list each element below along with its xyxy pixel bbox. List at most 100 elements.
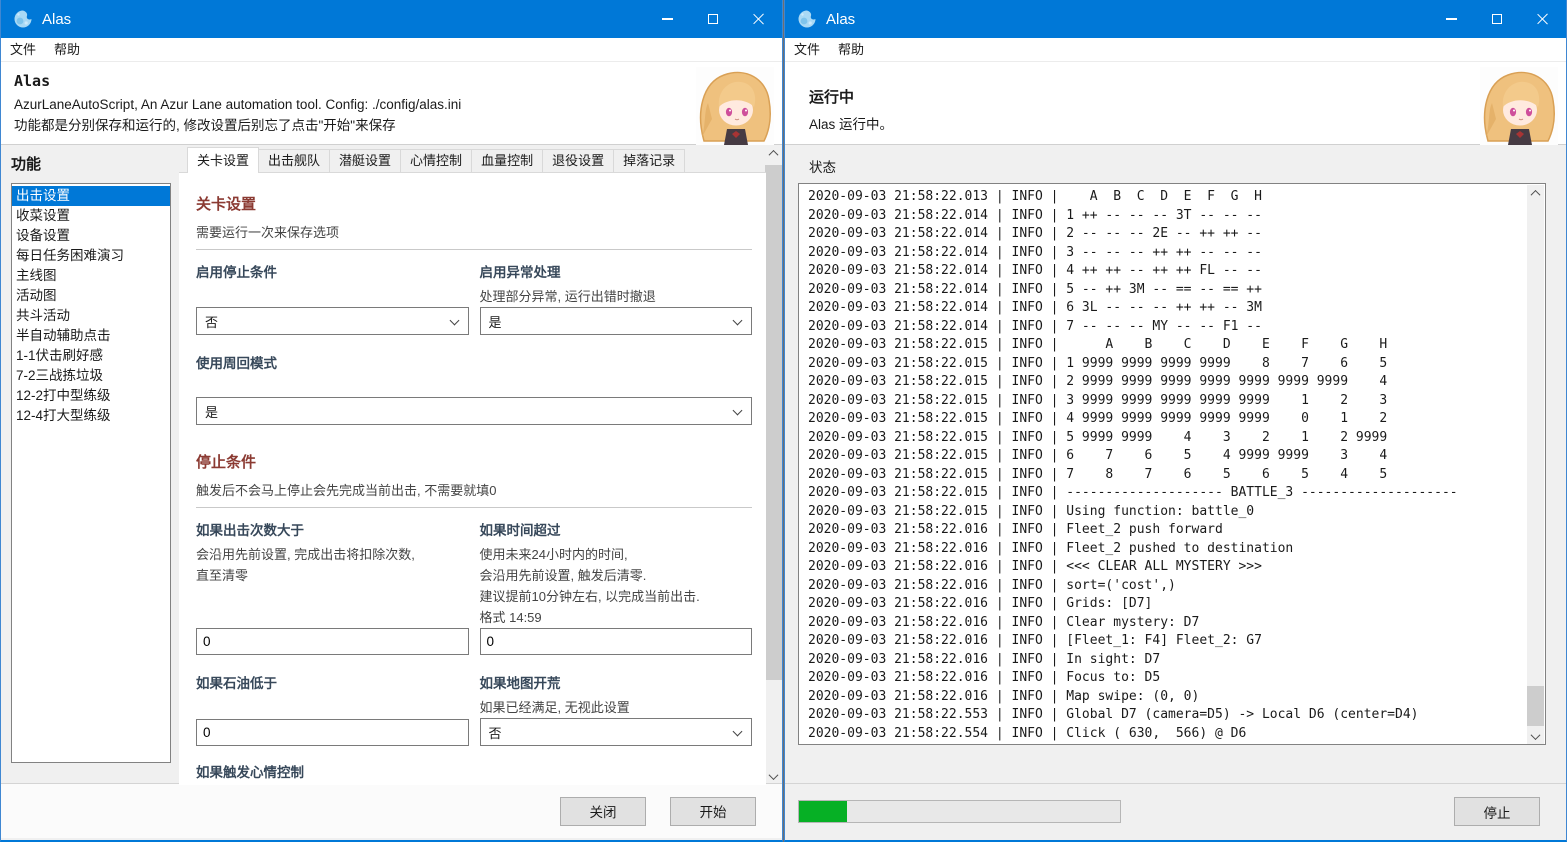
if-time-input[interactable] <box>479 628 752 655</box>
function-list-item[interactable]: 12-4打大型练级 <box>12 406 170 426</box>
footer-bar: 停止 <box>785 783 1566 838</box>
function-list-item[interactable]: 共斗活动 <box>12 306 170 326</box>
select-value: 否 <box>205 314 219 330</box>
field-if-count: 如果出击次数大于 会沿用先前设置, 完成出击将扣除次数, 直至清零 <box>196 522 469 655</box>
section-title-stop: 停止条件 <box>196 454 257 471</box>
close-icon <box>1536 12 1550 26</box>
log-line: 2020-09-03 21:58:22.015 | INFO | 4 9999 … <box>808 411 1388 426</box>
function-list-item[interactable]: 收菜设置 <box>12 206 170 226</box>
log-line: 2020-09-03 21:58:22.015 | INFO | 1 9999 … <box>808 355 1388 371</box>
if-oil-input[interactable] <box>196 719 469 746</box>
header-line2: 功能都是分别保存和运行的, 修改设置后别忘了点击"开始"来保存 <box>14 118 396 133</box>
scrollbar-thumb[interactable] <box>765 165 782 680</box>
field-if-map-clear: 如果地图开荒 如果已经满足, 无视此设置 否 <box>479 675 752 746</box>
field-label: 启用停止条件 <box>196 265 277 280</box>
tab[interactable]: 出击舰队 <box>258 149 331 173</box>
scroll-down-button[interactable] <box>1527 728 1544 744</box>
stop-button[interactable]: 停止 <box>1454 797 1540 826</box>
maximize-button[interactable] <box>1474 0 1520 38</box>
log-line: 2020-09-03 21:58:22.014 | INFO | 1 ++ --… <box>808 207 1262 223</box>
log-line: 2020-09-03 21:58:22.015 | INFO | Using f… <box>808 503 1255 519</box>
menu-item[interactable]: 文件 <box>785 38 829 62</box>
function-list-item[interactable]: 半自动辅助点击 <box>12 326 170 346</box>
select-value: 否 <box>488 725 502 741</box>
log-line: 2020-09-03 21:58:22.014 | INFO | 2 -- --… <box>808 226 1262 241</box>
log-line: 2020-09-03 21:58:22.016 | INFO | sort=('… <box>808 577 1176 593</box>
tab[interactable]: 掉落记录 <box>613 149 686 173</box>
tab[interactable]: 关卡设置 <box>187 147 260 173</box>
minimize-button[interactable] <box>644 0 690 38</box>
loop-mode-select[interactable]: 是 <box>196 397 752 425</box>
avatar <box>696 67 774 145</box>
tab[interactable]: 潜艇设置 <box>329 149 402 173</box>
scroll-up-icon <box>1530 189 1541 200</box>
function-list-item[interactable]: 1-1伏击刷好感 <box>12 346 170 366</box>
tab[interactable]: 退役设置 <box>542 149 615 173</box>
footer-bar: 关闭 开始 <box>1 783 782 838</box>
app-icon <box>798 10 816 28</box>
window-title: Alas <box>42 10 72 28</box>
close-settings-button[interactable]: 关闭 <box>560 796 646 826</box>
field-loop-mode: 使用周回模式 是 <box>196 355 752 425</box>
scroll-up-button[interactable] <box>765 145 782 162</box>
window-header: Alas AzurLaneAutoScript, An Azur Lane au… <box>1 62 782 145</box>
close-button[interactable] <box>736 0 782 38</box>
function-list-item[interactable]: 每日任务困难演习 <box>12 246 170 266</box>
section-subtitle-campaign: 需要运行一次来保存选项 <box>196 225 340 240</box>
progress-bar-fill <box>799 801 848 822</box>
close-button[interactable] <box>1520 0 1566 38</box>
menu-item[interactable]: 文件 <box>1 38 45 62</box>
runner-window: Alas 文件 帮助 运行中 Alas 运行中。 状态 2020-09-03 2… <box>784 0 1567 842</box>
content-scrollbar <box>765 145 782 785</box>
field-enable-exception: 启用异常处理 处理部分异常, 运行出错时撤退 是 <box>479 264 752 335</box>
progress-bar <box>798 800 1121 823</box>
function-list-item[interactable]: 设备设置 <box>12 226 170 246</box>
function-list-item[interactable]: 12-2打中型练级 <box>12 386 170 406</box>
tab[interactable]: 血量控制 <box>471 149 544 173</box>
log-line: 2020-09-03 21:58:22.015 | INFO | 6 7 6 5… <box>808 448 1388 463</box>
log-line: 2020-09-03 21:58:22.016 | INFO | In sigh… <box>808 651 1161 667</box>
log-line: 2020-09-03 21:58:22.554 | INFO | Click (… <box>808 725 1247 741</box>
field-if-time: 如果时间超过 使用未来24小时内的时间, 会沿用先前设置, 触发后清零. 建议提… <box>479 522 752 655</box>
tab[interactable]: 心情控制 <box>400 149 473 173</box>
log-line: 2020-09-03 21:58:22.015 | INFO | 3 9999 … <box>808 392 1388 408</box>
function-list-item[interactable]: 主线图 <box>12 266 170 286</box>
log-line: 2020-09-03 21:58:22.016 | INFO | Focus t… <box>808 670 1161 685</box>
function-list-item[interactable]: 出击设置 <box>12 186 170 206</box>
log-line: 2020-09-03 21:58:22.015 | INFO | 7 8 7 6… <box>808 466 1388 482</box>
field-desc: 会沿用先前设置, 完成出击将扣除次数, 直至清零 <box>196 547 415 583</box>
field-desc: 如果已经满足, 无视此设置 <box>479 700 630 715</box>
field-desc: 使用未来24小时内的时间, 会沿用先前设置, 触发后清零. 建议提前10分钟左右… <box>479 547 700 625</box>
title-bar: Alas <box>785 0 1566 38</box>
if-count-input[interactable] <box>196 628 469 655</box>
field-label: 启用异常处理 <box>479 265 561 280</box>
settings-content: 关卡设置 需要运行一次来保存选项 启用停止条件 否 启用异常处理 处理部分异常,… <box>179 172 766 785</box>
menu-item[interactable]: 帮助 <box>45 38 89 62</box>
window-title: Alas <box>826 10 856 28</box>
log-line: 2020-09-03 21:58:22.015 | INFO | -------… <box>808 485 1458 500</box>
log-line: 2020-09-03 21:58:22.016 | INFO | [Fleet_… <box>808 633 1262 648</box>
minimize-button[interactable] <box>1428 0 1474 38</box>
menu-item[interactable]: 帮助 <box>829 38 873 62</box>
select-value: 是 <box>488 314 502 330</box>
enable-exception-select[interactable]: 是 <box>479 307 752 335</box>
avatar-image <box>696 67 774 145</box>
function-list: 出击设置 收菜设置 设备设置 每日任务困难演习 主线图 活动图 共斗活动 半自动辅助点击 1-1… <box>11 183 171 763</box>
field-label: 使用周回模式 <box>196 356 277 371</box>
start-button[interactable]: 开始 <box>670 796 756 826</box>
function-list-item[interactable]: 7-2三战拣垃圾 <box>12 366 170 386</box>
scroll-down-icon <box>1530 730 1541 741</box>
log-line: 2020-09-03 21:58:22.015 | INFO | A B C D… <box>808 337 1388 352</box>
enable-stop-select[interactable]: 否 <box>196 307 469 335</box>
section-title-campaign: 关卡设置 <box>196 196 257 213</box>
divider <box>196 249 752 250</box>
scroll-up-button[interactable] <box>1527 185 1544 202</box>
if-map-clear-select[interactable]: 否 <box>479 718 752 746</box>
log-line: 2020-09-03 21:58:22.014 | INFO | 6 3L --… <box>808 300 1262 315</box>
sidebar-heading: 功能 <box>11 156 42 173</box>
maximize-button[interactable] <box>690 0 736 38</box>
chevron-down-icon <box>732 726 743 737</box>
scrollbar-thumb[interactable] <box>1527 686 1544 726</box>
function-list-item[interactable]: 活动图 <box>12 286 170 306</box>
avatar-image <box>1480 67 1558 145</box>
